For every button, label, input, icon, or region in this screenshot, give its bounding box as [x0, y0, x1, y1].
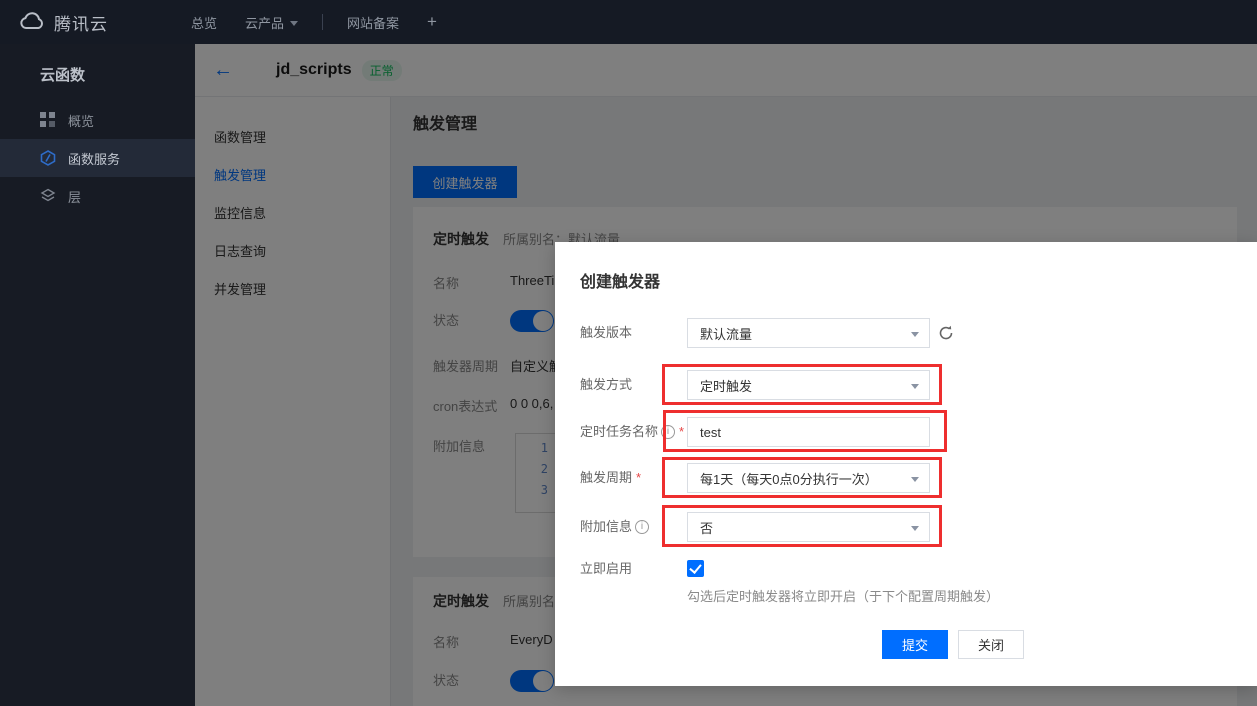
nav-products-label: 云产品: [245, 13, 284, 32]
field-label-task-name: 定时任务名称 *: [580, 417, 684, 447]
dropdown-caret-icon: [911, 477, 919, 482]
function-service-icon: [40, 150, 56, 166]
nav-products[interactable]: 云产品: [231, 13, 312, 32]
method-value: 定时触发: [700, 376, 752, 395]
nav-overview[interactable]: 总览: [177, 13, 231, 32]
field-label-extra: 附加信息: [580, 512, 649, 542]
period-value: 每1天（每天0点0分执行一次）: [700, 469, 878, 488]
brand-name: 腾讯云: [54, 10, 108, 35]
refresh-icon[interactable]: [938, 325, 954, 341]
chevron-down-icon: [290, 21, 298, 26]
sidebar-title: 云函数: [0, 44, 195, 101]
brand[interactable]: 腾讯云: [0, 10, 177, 35]
sidebar-item-function-service[interactable]: 函数服务: [0, 139, 195, 177]
screen: 腾讯云 总览 云产品 网站备案 + 云函数 概览 函数服务: [0, 0, 1257, 706]
nav-divider: [322, 14, 323, 30]
required-asterisk: *: [679, 417, 684, 447]
layers-icon: [40, 188, 56, 204]
nav-add-button[interactable]: +: [413, 12, 451, 32]
create-trigger-modal: 创建触发器 触发版本 默认流量 触发方式 定时触发 定时任务名称 * test …: [555, 242, 1257, 686]
field-label-period: 触发周期 *: [580, 463, 641, 493]
enable-helper-text: 勾选后定时触发器将立即开启（于下个配置周期触发）: [687, 586, 999, 605]
extra-label: 附加信息: [580, 512, 632, 542]
grid-icon: [40, 112, 56, 128]
sidebar-item-label: 概览: [68, 111, 94, 130]
field-label-method: 触发方式: [580, 370, 632, 400]
close-button[interactable]: 关闭: [958, 630, 1024, 659]
sidebar: 云函数 概览 函数服务 层: [0, 44, 195, 706]
top-nav: 总览 云产品 网站备案 +: [177, 12, 451, 32]
modal-title: 创建触发器: [580, 268, 660, 292]
field-label-enable: 立即启用: [580, 554, 632, 584]
required-asterisk: *: [636, 463, 641, 493]
topbar: 腾讯云 总览 云产品 网站备案 +: [0, 0, 1257, 44]
version-value: 默认流量: [700, 324, 752, 343]
info-icon[interactable]: [661, 425, 675, 439]
sidebar-item-label: 函数服务: [68, 149, 120, 168]
method-select[interactable]: 定时触发: [687, 370, 930, 400]
dropdown-caret-icon: [911, 526, 919, 531]
submit-button[interactable]: 提交: [882, 630, 948, 659]
period-label: 触发周期: [580, 463, 632, 493]
sidebar-item-overview[interactable]: 概览: [0, 101, 195, 139]
task-name-label: 定时任务名称: [580, 417, 658, 447]
extra-select[interactable]: 否: [687, 512, 930, 542]
enable-checkbox[interactable]: [687, 560, 704, 577]
dropdown-caret-icon: [911, 384, 919, 389]
info-icon[interactable]: [635, 520, 649, 534]
sidebar-item-label: 层: [68, 187, 81, 206]
period-select[interactable]: 每1天（每天0点0分执行一次）: [687, 463, 930, 493]
tencent-cloud-logo-icon: [18, 12, 46, 32]
task-name-input[interactable]: test: [687, 417, 930, 447]
nav-beian[interactable]: 网站备案: [333, 13, 413, 32]
dropdown-caret-icon: [911, 332, 919, 337]
version-select[interactable]: 默认流量: [687, 318, 930, 348]
field-label-version: 触发版本: [580, 318, 632, 348]
extra-value: 否: [700, 518, 713, 537]
sidebar-item-layers[interactable]: 层: [0, 177, 195, 215]
